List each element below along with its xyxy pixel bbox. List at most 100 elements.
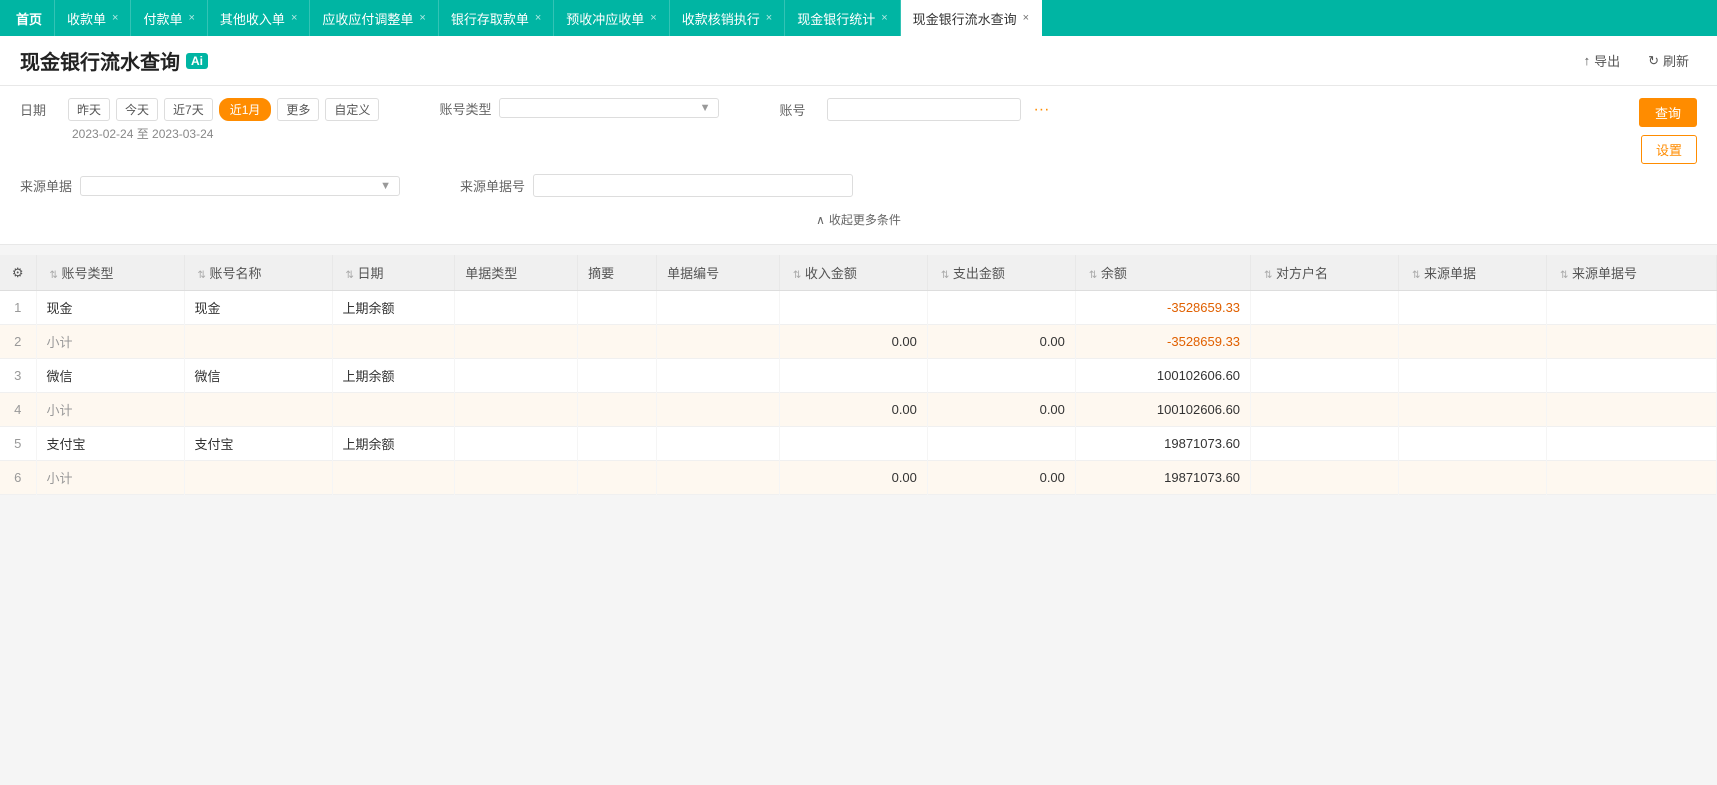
- table-row: 6 小计 0.00 0.00 19871073.60: [0, 461, 1717, 495]
- cell-source-doc-no: [1547, 359, 1717, 393]
- nav-tab-close-5[interactable]: ×: [650, 12, 656, 24]
- cell-source-doc: [1399, 393, 1547, 427]
- nav-tab-label-7: 现金银行统计: [797, 9, 875, 28]
- cell-doc-type: [455, 359, 578, 393]
- page-header: 现金银行流水查询 Ai ↑ 导出 ↻ 刷新: [0, 36, 1717, 86]
- nav-tab-close-1[interactable]: ×: [188, 12, 194, 24]
- sort-icon-counterparty: ⇅: [1264, 270, 1272, 281]
- cell-row-num: 3: [0, 359, 36, 393]
- header-account-type[interactable]: ⇅ 账号类型: [36, 255, 184, 291]
- header-doc-type[interactable]: 单据类型: [455, 255, 578, 291]
- table-row: 1 现金 现金 上期余额 -3528659.33: [0, 291, 1717, 325]
- date-more[interactable]: 更多: [277, 98, 319, 121]
- nav-tab-5[interactable]: 预收冲应收单×: [554, 0, 669, 36]
- nav-tab-close-8[interactable]: ×: [1023, 12, 1029, 24]
- cell-balance: -3528659.33: [1075, 325, 1250, 359]
- cell-summary: [578, 393, 657, 427]
- cell-source-doc-no: [1547, 461, 1717, 495]
- header-summary[interactable]: 摘要: [578, 255, 657, 291]
- nav-tab-close-4[interactable]: ×: [535, 12, 541, 24]
- nav-tab-close-3[interactable]: ×: [419, 12, 425, 24]
- cell-counterparty: [1251, 291, 1399, 325]
- query-button[interactable]: 查询: [1639, 98, 1697, 127]
- nav-tab-close-0[interactable]: ×: [112, 12, 118, 24]
- cell-doc-no: [657, 461, 780, 495]
- export-button[interactable]: ↑ 导出: [1576, 47, 1629, 74]
- nav-home-label: 首页: [16, 9, 42, 28]
- cell-doc-type: [455, 393, 578, 427]
- source-doc-select[interactable]: ▼: [80, 176, 400, 196]
- settings-button[interactable]: 设置: [1641, 135, 1697, 164]
- cell-income: [779, 427, 927, 461]
- source-doc-num-input[interactable]: [533, 174, 853, 197]
- cell-counterparty: [1251, 461, 1399, 495]
- header-account-name[interactable]: ⇅ 账号名称: [184, 255, 332, 291]
- cell-summary: [578, 427, 657, 461]
- header-date[interactable]: ⇅ 日期: [332, 255, 455, 291]
- nav-tab-close-2[interactable]: ×: [291, 12, 297, 24]
- header-expense[interactable]: ⇅ 支出金额: [927, 255, 1075, 291]
- account-type-select[interactable]: ▼: [499, 98, 719, 118]
- nav-tab-8[interactable]: 现金银行流水查询×: [901, 0, 1042, 36]
- account-input[interactable]: [827, 98, 1021, 121]
- cell-account-name: 支付宝: [184, 427, 332, 461]
- nav-tab-4[interactable]: 银行存取款单×: [439, 0, 554, 36]
- nav-tab-7[interactable]: 现金银行统计 ×: [785, 0, 900, 36]
- sort-icon-date: ⇅: [346, 270, 354, 281]
- cell-income: 0.00: [779, 325, 927, 359]
- cell-balance: 100102606.60: [1075, 393, 1250, 427]
- nav-tab-label-1: 付款单: [143, 9, 182, 28]
- gear-col-header[interactable]: ⚙: [0, 255, 36, 291]
- cell-expense: [927, 359, 1075, 393]
- cell-summary: [578, 291, 657, 325]
- nav-home[interactable]: 首页: [4, 0, 55, 36]
- data-table: ⚙ ⇅ 账号类型 ⇅ 账号名称 ⇅ 日期 单据类型 摘要 单据编号 ⇅ 收入金额…: [0, 255, 1717, 495]
- nav-tab-close-6[interactable]: ×: [766, 12, 772, 24]
- cell-source-doc: [1399, 427, 1547, 461]
- cell-income: [779, 359, 927, 393]
- cell-row-num: 5: [0, 427, 36, 461]
- header-source-doc-no[interactable]: ⇅ 来源单据号: [1547, 255, 1717, 291]
- cell-account-name: 微信: [184, 359, 332, 393]
- date-yesterday[interactable]: 昨天: [68, 98, 110, 121]
- nav-tab-label-6: 收款核销执行: [682, 9, 760, 28]
- cell-doc-type: [455, 291, 578, 325]
- header-doc-no[interactable]: 单据编号: [657, 255, 780, 291]
- nav-tab-2[interactable]: 其他收入单×: [208, 0, 310, 36]
- nav-tab-close-7[interactable]: ×: [881, 12, 887, 24]
- ai-badge: Ai: [186, 53, 208, 69]
- account-dots-button[interactable]: ···: [1029, 101, 1053, 119]
- collapse-button[interactable]: ∧ 收起更多条件: [20, 207, 1697, 232]
- cell-balance: 100102606.60: [1075, 359, 1250, 393]
- cell-income: 0.00: [779, 393, 927, 427]
- cell-summary: [578, 325, 657, 359]
- cell-doc-no: [657, 291, 780, 325]
- top-nav: 首页 收款单×付款单×其他收入单×应收应付调整单×银行存取款单×预收冲应收单×收…: [0, 0, 1717, 36]
- sort-icon-source-doc-no: ⇅: [1560, 270, 1568, 281]
- header-income[interactable]: ⇅ 收入金额: [779, 255, 927, 291]
- date-7days[interactable]: 近7天: [164, 98, 213, 121]
- source-doc-num-label: 来源单据号: [460, 176, 525, 195]
- cell-summary: [578, 461, 657, 495]
- cell-account-name: [184, 325, 332, 359]
- header-balance[interactable]: ⇅ 余额: [1075, 255, 1250, 291]
- header-source-doc[interactable]: ⇅ 来源单据: [1399, 255, 1547, 291]
- date-today[interactable]: 今天: [116, 98, 158, 121]
- refresh-button[interactable]: ↻ 刷新: [1640, 47, 1697, 74]
- header-counterparty[interactable]: ⇅ 对方户名: [1251, 255, 1399, 291]
- nav-tab-6[interactable]: 收款核销执行 ×: [670, 0, 785, 36]
- cell-doc-no: [657, 325, 780, 359]
- sort-icon-expense: ⇅: [941, 270, 949, 281]
- cell-source-doc-no: [1547, 291, 1717, 325]
- nav-tab-0[interactable]: 收款单×: [55, 0, 131, 36]
- cell-source-doc-no: [1547, 325, 1717, 359]
- cell-expense: 0.00: [927, 393, 1075, 427]
- cell-account-type: 小计: [36, 393, 184, 427]
- cell-source-doc: [1399, 291, 1547, 325]
- cell-counterparty: [1251, 393, 1399, 427]
- nav-tab-1[interactable]: 付款单 ×: [131, 0, 207, 36]
- nav-tab-3[interactable]: 应收应付调整单×: [310, 0, 438, 36]
- cell-date: [332, 461, 455, 495]
- date-custom[interactable]: 自定义: [325, 98, 379, 121]
- date-1month[interactable]: 近1月: [219, 98, 272, 121]
